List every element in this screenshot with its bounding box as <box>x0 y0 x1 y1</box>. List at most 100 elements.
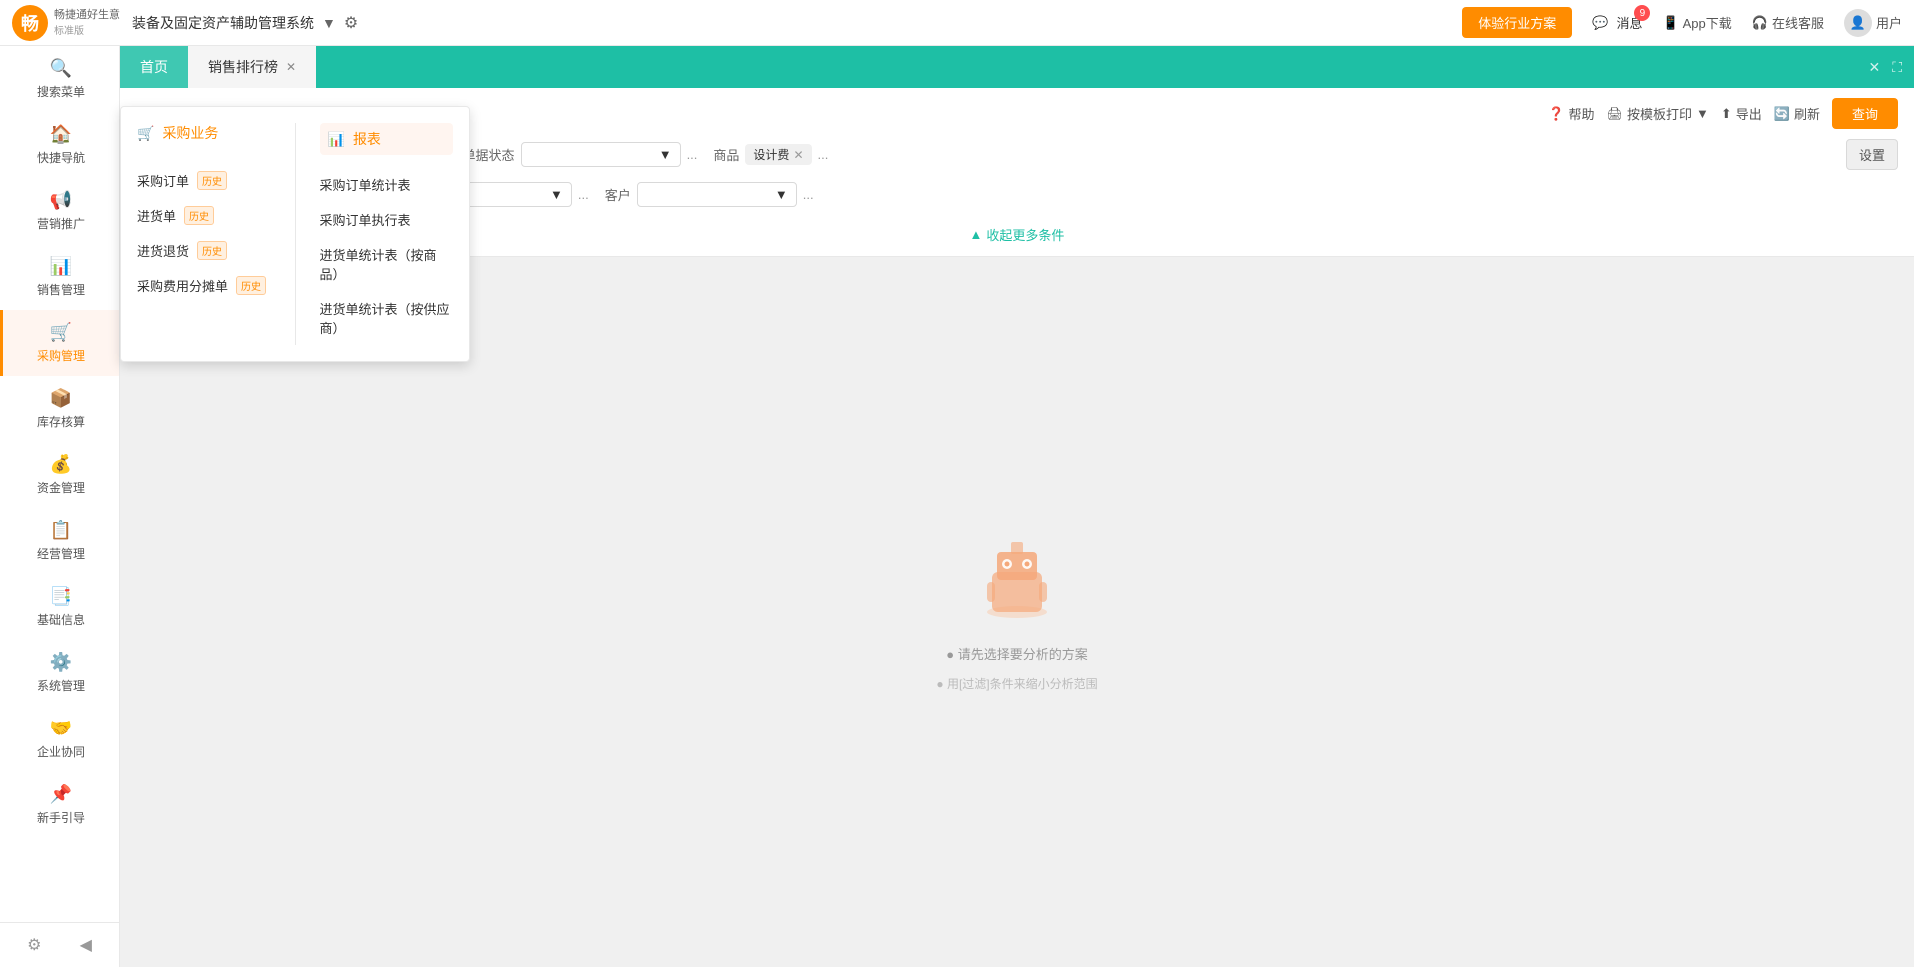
bullet2: ● <box>936 677 947 691</box>
sales-ranking-tab-label: 销售排行榜 <box>208 57 278 77</box>
headset-icon: 🎧 <box>1752 15 1768 31</box>
purchase-col-title: 采购业务 <box>162 123 218 143</box>
sidebar-item-sales-mgmt[interactable]: 📊 销售管理 <box>0 244 119 310</box>
tab-home[interactable]: 首页 <box>120 46 188 88</box>
sidebar-item-sys-mgmt[interactable]: ⚙️ 系统管理 <box>0 640 119 706</box>
product-filter: 商品 设计费 ✕ ... <box>713 144 828 165</box>
industry-button[interactable]: 体验行业方案 <box>1462 7 1572 38</box>
dropdown-item-purchase-expense[interactable]: 采购费用分摊单 历史 <box>137 268 271 303</box>
goods-return-label: 进货退货 <box>137 241 189 260</box>
sidebar-item-search-menu[interactable]: 🔍 搜索菜单 <box>0 46 119 112</box>
inventory-icon: 📦 <box>50 388 72 409</box>
tab-expand-icon[interactable]: ⛶ <box>1888 55 1906 80</box>
collapse-button[interactable]: ▲ 收起更多条件 <box>970 225 1065 244</box>
user-name-label: 用户 <box>1876 13 1902 32</box>
guide-icon: 📌 <box>50 784 72 805</box>
dropdown-item-purchase-order-exec[interactable]: 采购订单执行表 <box>320 202 454 237</box>
sidebar-item-marketing[interactable]: 📢 营销推广 <box>0 178 119 244</box>
customer-dots[interactable]: ... <box>803 187 814 202</box>
finance-label: 资金管理 <box>37 479 85 496</box>
help-button[interactable]: ❓ 帮助 <box>1548 104 1594 123</box>
purchase-expense-history-badge: 历史 <box>236 276 266 295</box>
export-label: 导出 <box>1736 104 1762 123</box>
title-dropdown-icon[interactable]: ▼ <box>322 15 336 31</box>
search-menu-icon: 🔍 <box>50 58 72 79</box>
sidebar-item-finance[interactable]: 💰 资金管理 <box>0 442 119 508</box>
purchase-expense-label: 采购费用分摊单 <box>137 276 228 295</box>
sidebar-collapse-button[interactable]: ◀ <box>80 935 92 955</box>
purchase-column: 🛒 采购业务 采购订单 历史 进货单 历史 进货退货 历史 采购费用分摊单 历史 <box>137 123 271 345</box>
product-filter-label: 商品 <box>713 145 739 164</box>
header-right: 💬 9 消息 📱 App下载 🎧 在线客服 👤 用户 <box>1592 9 1902 37</box>
refresh-button[interactable]: 🔄 刷新 <box>1774 104 1820 123</box>
dropdown-item-goods-receipt[interactable]: 进货单 历史 <box>137 198 271 233</box>
product-tag-close[interactable]: ✕ <box>793 148 803 162</box>
user-area[interactable]: 👤 用户 <box>1844 9 1902 37</box>
collapse-label: 收起更多条件 <box>986 225 1064 244</box>
basic-info-icon: 📑 <box>50 586 72 607</box>
status-dots[interactable]: ... <box>687 147 698 162</box>
sidebar-item-basic-info[interactable]: 📑 基础信息 <box>0 574 119 640</box>
goods-stat-product-label: 进货单统计表（按商品） <box>320 245 454 283</box>
basic-info-label: 基础信息 <box>37 611 85 628</box>
search-menu-label: 搜索菜单 <box>37 83 85 100</box>
title-settings-icon[interactable]: ⚙ <box>344 13 358 33</box>
toolbar-right: ❓ 帮助 🖨 按模板打印 ▼ ⬆ 导出 🔄 <box>1548 98 1898 129</box>
operations-icon: 📋 <box>50 520 72 541</box>
product-tag: 设计费 ✕ <box>745 144 811 165</box>
cooperation-label: 企业协同 <box>37 743 85 760</box>
logo-badge: 标准版 <box>54 22 120 37</box>
system-title-text: 装备及固定资产辅助管理系统 <box>132 13 314 33</box>
tab-close-all-icon[interactable]: ✕ <box>1864 55 1884 80</box>
export-button[interactable]: ⬆ 导出 <box>1721 104 1762 123</box>
online-service-item[interactable]: 🎧 在线客服 <box>1752 13 1824 32</box>
logo-text: 畅捷通好生意 <box>54 8 120 22</box>
dropdown-item-goods-return[interactable]: 进货退货 历史 <box>137 233 271 268</box>
tab-close-icon[interactable]: ✕ <box>286 60 296 74</box>
sidebar-bottom: ⚙ ◀ <box>0 922 119 967</box>
status-select[interactable]: ▼ <box>521 142 681 167</box>
dropdown-item-goods-stat-supplier[interactable]: 进货单统计表（按供应商） <box>320 291 454 345</box>
tab-sales-ranking[interactable]: 销售排行榜 ✕ <box>188 46 316 88</box>
goods-stat-supplier-label: 进货单统计表（按供应商） <box>320 299 454 337</box>
app-download-item[interactable]: 📱 App下载 <box>1662 13 1731 32</box>
tab-bar: 首页 销售排行榜 ✕ ✕ ⛶ <box>120 46 1914 88</box>
report-col-header: 📊 报表 <box>320 123 454 155</box>
notification-area[interactable]: 💬 9 消息 <box>1592 13 1642 32</box>
print-button[interactable]: 🖨 按模板打印 ▼ <box>1606 104 1708 123</box>
tab-bar-right: ✕ ⛶ <box>1864 55 1914 80</box>
sidebar-item-inventory[interactable]: 📦 库存核算 <box>0 376 119 442</box>
settings-button[interactable]: 设置 <box>1846 139 1898 170</box>
purchase-mgmt-icon: 🛒 <box>50 322 72 343</box>
help-icon: ❓ <box>1548 106 1564 122</box>
sidebar-item-operations[interactable]: 📋 经营管理 <box>0 508 119 574</box>
sales-mgmt-icon: 📊 <box>50 256 72 277</box>
goods-receipt-history-badge: 历史 <box>184 206 214 225</box>
dropdown-item-purchase-order[interactable]: 采购订单 历史 <box>137 163 271 198</box>
goods-receipt-label: 进货单 <box>137 206 176 225</box>
sidebar-item-quick-nav[interactable]: 🏠 快捷导航 <box>0 112 119 178</box>
report-column: 📊 报表 采购订单统计表 采购订单执行表 进货单统计表（按商品） 进货单统计表（… <box>320 123 454 345</box>
goods-return-history-badge: 历史 <box>197 241 227 260</box>
product-dots[interactable]: ... <box>818 147 829 162</box>
report-col-icon: 📊 <box>328 131 345 148</box>
dropdown-item-goods-stat-product[interactable]: 进货单统计表（按商品） <box>320 237 454 291</box>
sidebar-item-cooperation[interactable]: 🤝 企业协同 <box>0 706 119 772</box>
customer-filter-label: 客户 <box>605 185 631 204</box>
customer-filter: 客户 ▼ ... <box>605 182 814 207</box>
purchase-order-stat-label: 采购订单统计表 <box>320 175 411 194</box>
empty-text-line2: ● 用[过滤]条件来缩小分析范围 <box>936 675 1097 692</box>
help-label: 帮助 <box>1568 104 1594 123</box>
query-button[interactable]: 查询 <box>1832 98 1898 129</box>
marketing-icon: 📢 <box>50 190 72 211</box>
sidebar-item-guide[interactable]: 📌 新手引导 <box>0 772 119 838</box>
purchase-order-label: 采购订单 <box>137 171 189 190</box>
customer-select[interactable]: ▼ <box>637 182 797 207</box>
sidebar-item-purchase-mgmt[interactable]: 🛒 采购管理 <box>0 310 119 376</box>
sidebar-settings-button[interactable]: ⚙ <box>27 935 41 955</box>
dropdown-menu: 🛒 采购业务 采购订单 历史 进货单 历史 进货退货 历史 采购费用分摊单 历史 <box>120 106 470 362</box>
salesperson-dots[interactable]: ... <box>578 187 589 202</box>
dropdown-item-purchase-order-stat[interactable]: 采购订单统计表 <box>320 167 454 202</box>
product-tag-value: 设计费 <box>753 146 789 163</box>
app-download-label: App下载 <box>1683 13 1732 32</box>
